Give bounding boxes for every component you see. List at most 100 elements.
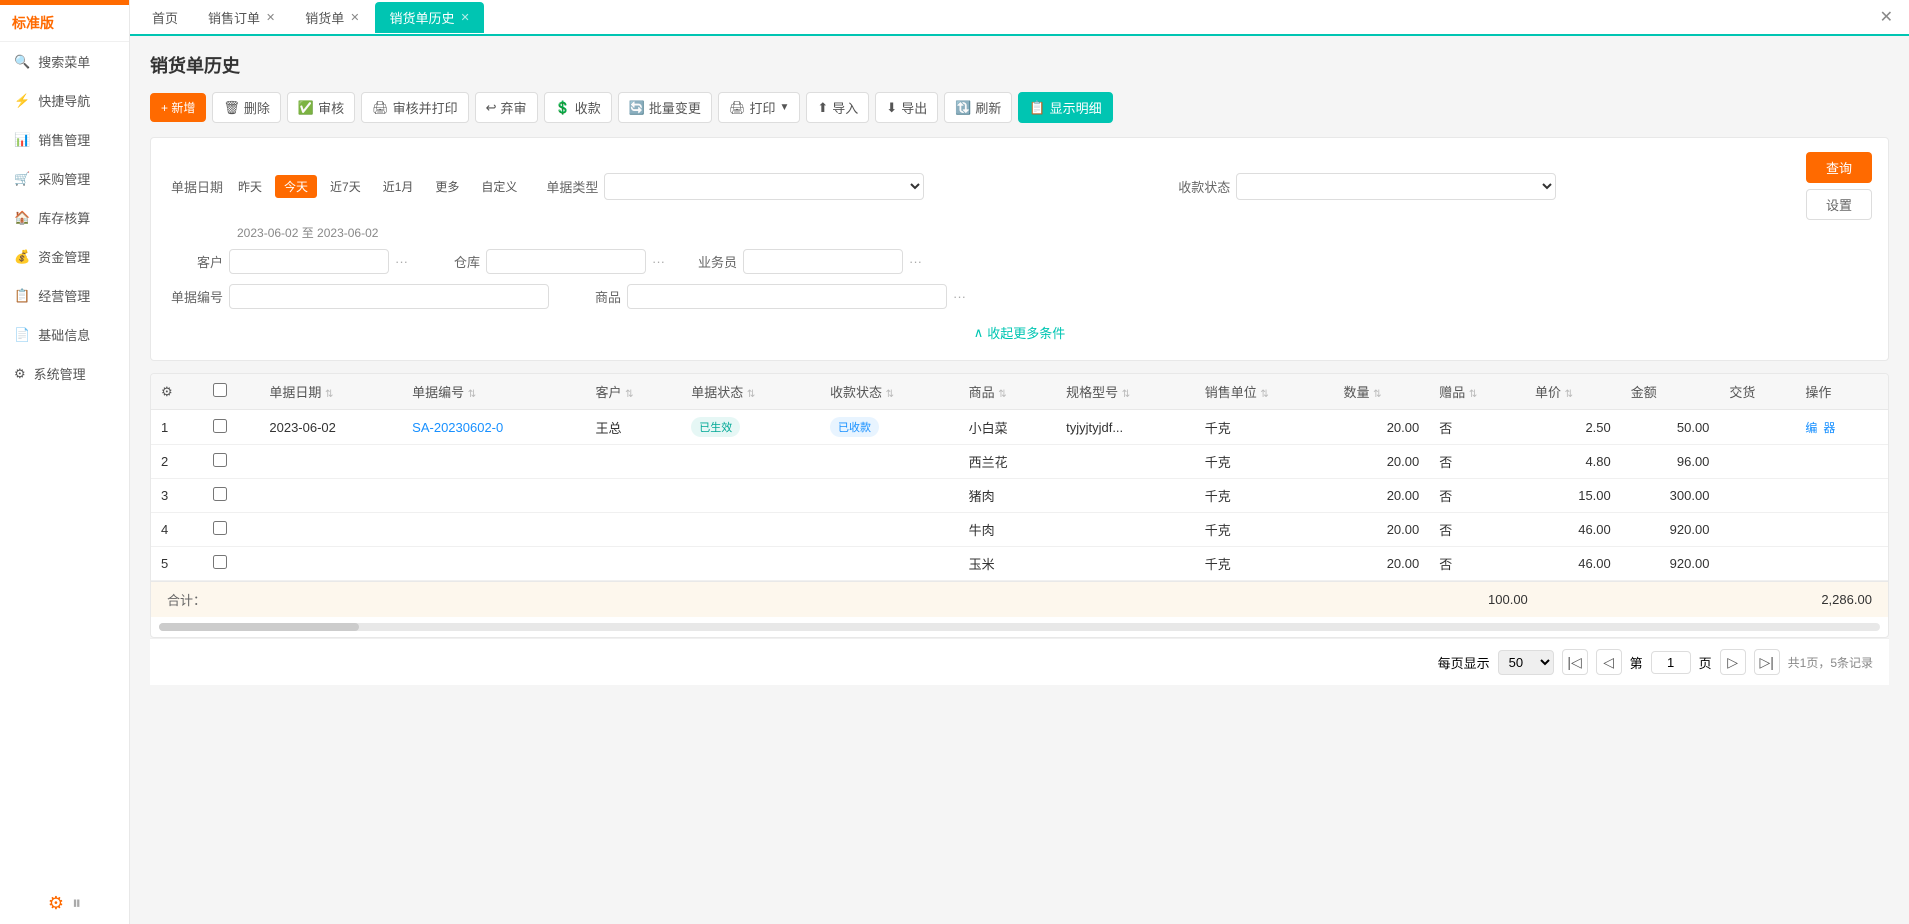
collect-button[interactable]: 💲 收款 — [544, 92, 612, 123]
new-button[interactable]: + 新增 — [150, 93, 206, 122]
sidebar-item-sales-mgmt[interactable]: 📊 销售管理 — [0, 120, 129, 159]
customer-input[interactable] — [229, 249, 389, 274]
tab-sales-order[interactable]: 销售订单 ✕ — [194, 2, 289, 33]
footer-qty-total: 100.00 — [1448, 592, 1528, 607]
page-first-button[interactable]: |◁ — [1562, 649, 1588, 675]
search-menu-icon: 🔍 — [14, 54, 30, 70]
row-checkbox[interactable] — [213, 453, 227, 467]
export-button[interactable]: ⬇ 导出 — [875, 92, 938, 123]
cell-doc-date: 2023-06-02 — [259, 410, 402, 445]
sidebar-item-quick-nav[interactable]: ⚡ 快捷导航 — [0, 81, 129, 120]
warehouse-input[interactable] — [486, 249, 646, 274]
cell-transaction — [1719, 479, 1795, 513]
query-button[interactable]: 查询 — [1806, 152, 1872, 183]
cell-sales-unit: 千克 — [1195, 547, 1334, 581]
page-prev-button[interactable]: ◁ — [1596, 649, 1622, 675]
batch-change-button[interactable]: 🔄 批量变更 — [618, 92, 712, 123]
tab-close-sales-order[interactable]: ✕ — [266, 11, 275, 24]
sidebar-item-basic-info[interactable]: 📄 基础信息 — [0, 315, 129, 354]
row-checkbox[interactable] — [213, 555, 227, 569]
col-unit-price[interactable]: 单价 ⇅ — [1525, 374, 1621, 410]
doctype-select[interactable] — [604, 173, 924, 200]
col-sales-unit[interactable]: 销售单位 ⇅ — [1195, 374, 1334, 410]
col-gift[interactable]: 赠品 ⇅ — [1429, 374, 1525, 410]
row-checkbox[interactable] — [213, 419, 227, 433]
more-op-button[interactable]: 器 — [1823, 421, 1835, 435]
customer-picker-icon[interactable]: ··· — [395, 254, 408, 269]
cell-ops — [1795, 547, 1888, 581]
date-btn-yesterday[interactable]: 昨天 — [229, 175, 271, 198]
print-button[interactable]: 🖨 打印 ▼ — [718, 92, 800, 123]
row-checkbox[interactable] — [213, 521, 227, 535]
row-checkbox[interactable] — [213, 487, 227, 501]
col-qty[interactable]: 数量 ⇅ — [1333, 374, 1429, 410]
col-receipt-status[interactable]: 收款状态 ⇅ — [820, 374, 959, 410]
sidebar-item-inventory-calc[interactable]: 🏠 库存核算 — [0, 198, 129, 237]
warehouse-picker-icon[interactable]: ··· — [652, 254, 665, 269]
goods-input[interactable] — [627, 284, 947, 309]
cell-qty: 20.00 — [1333, 445, 1429, 479]
table-row: 3 猪肉 千克 20.00 否 15.00 300.00 — [151, 479, 1888, 513]
page-next-button[interactable]: ▷ — [1720, 649, 1746, 675]
cell-gift: 否 — [1429, 445, 1525, 479]
horizontal-scrollbar[interactable] — [151, 617, 1888, 637]
audit-print-button[interactable]: 🖨 审核并打印 — [361, 92, 469, 123]
sidebar-item-sys-mgmt[interactable]: ⚙ 系统管理 — [0, 354, 129, 393]
audit-button[interactable]: ✅ 审核 — [287, 92, 355, 123]
sidebar: 标准版 🔍 搜索菜单 ⚡ 快捷导航 📊 销售管理 🛒 采购管理 🏠 库存核算 💰… — [0, 0, 130, 924]
date-btn-more[interactable]: 更多 — [426, 175, 468, 198]
doc-status-badge: 已生效 — [691, 417, 740, 437]
cell-checkbox[interactable] — [203, 547, 259, 581]
col-goods[interactable]: 商品 ⇅ — [959, 374, 1056, 410]
cell-checkbox[interactable] — [203, 410, 259, 445]
tab-close-sales-history[interactable]: ✕ — [461, 11, 470, 24]
docno-input[interactable] — [229, 284, 549, 309]
settings-button[interactable]: 设置 — [1806, 189, 1872, 220]
date-btn-today[interactable]: 今天 — [275, 175, 317, 198]
col-gear[interactable]: ⚙ — [151, 374, 203, 410]
col-spec[interactable]: 规格型号 ⇅ — [1056, 374, 1195, 410]
sidebar-item-ops-mgmt[interactable]: 📋 经营管理 — [0, 276, 129, 315]
per-page-select[interactable]: 50 100 200 — [1498, 650, 1554, 675]
abandon-button[interactable]: ↩ 弃审 — [475, 92, 538, 123]
goods-picker-icon[interactable]: ··· — [953, 289, 966, 304]
page-number-input[interactable] — [1651, 651, 1691, 674]
sort-qty-icon: ⇅ — [1373, 389, 1381, 400]
sidebar-item-search-menu[interactable]: 🔍 搜索菜单 — [0, 42, 129, 81]
collapse-filter-button[interactable]: ∧ 收起更多条件 — [167, 319, 1872, 346]
sort-doc-status-icon: ⇅ — [747, 389, 755, 400]
sidebar-item-purchase-mgmt[interactable]: 🛒 采购管理 — [0, 159, 129, 198]
col-customer[interactable]: 客户 ⇅ — [586, 374, 682, 410]
date-btn-7days[interactable]: 近7天 — [321, 175, 370, 198]
doc-no-link[interactable]: SA-20230602-0 — [412, 420, 503, 435]
delete-button[interactable]: 🗑 删除 — [212, 92, 281, 123]
refresh-button[interactable]: 🔃 刷新 — [944, 92, 1012, 123]
cell-checkbox[interactable] — [203, 513, 259, 547]
receipt-status-select[interactable] — [1236, 173, 1556, 200]
cell-spec — [1056, 479, 1195, 513]
select-all-checkbox[interactable] — [213, 383, 227, 397]
salesperson-picker-icon[interactable]: ··· — [909, 254, 922, 269]
show-details-button[interactable]: 📋 显示明细 — [1018, 92, 1112, 123]
close-all-tabs-button[interactable]: ✕ — [1872, 3, 1901, 31]
col-doc-status[interactable]: 单据状态 ⇅ — [681, 374, 820, 410]
tab-close-sales-goods[interactable]: ✕ — [350, 11, 359, 24]
date-btn-1month[interactable]: 近1月 — [374, 175, 423, 198]
tab-home[interactable]: 首页 — [138, 2, 192, 33]
page-last-button[interactable]: ▷| — [1754, 649, 1780, 675]
col-doc-no[interactable]: 单据编号 ⇅ — [402, 374, 585, 410]
col-doc-date[interactable]: 单据日期 ⇅ — [259, 374, 402, 410]
import-button[interactable]: ⬆ 导入 — [806, 92, 869, 123]
cell-checkbox[interactable] — [203, 479, 259, 513]
salesperson-input[interactable] — [743, 249, 903, 274]
sidebar-settings-icon[interactable]: ⚙ — [48, 893, 64, 914]
edit-op-button[interactable]: 编 — [1805, 421, 1817, 435]
cell-doc-no — [402, 513, 585, 547]
tab-sales-goods[interactable]: 销货单 ✕ — [291, 2, 373, 33]
cell-checkbox[interactable] — [203, 445, 259, 479]
tab-sales-history[interactable]: 销货单历史 ✕ — [375, 2, 483, 33]
sidebar-item-funds-mgmt[interactable]: 💰 资金管理 — [0, 237, 129, 276]
sidebar-collapse-icon[interactable]: ⏸ — [72, 893, 81, 914]
date-btn-custom[interactable]: 自定义 — [472, 175, 526, 198]
col-checkbox[interactable] — [203, 374, 259, 410]
